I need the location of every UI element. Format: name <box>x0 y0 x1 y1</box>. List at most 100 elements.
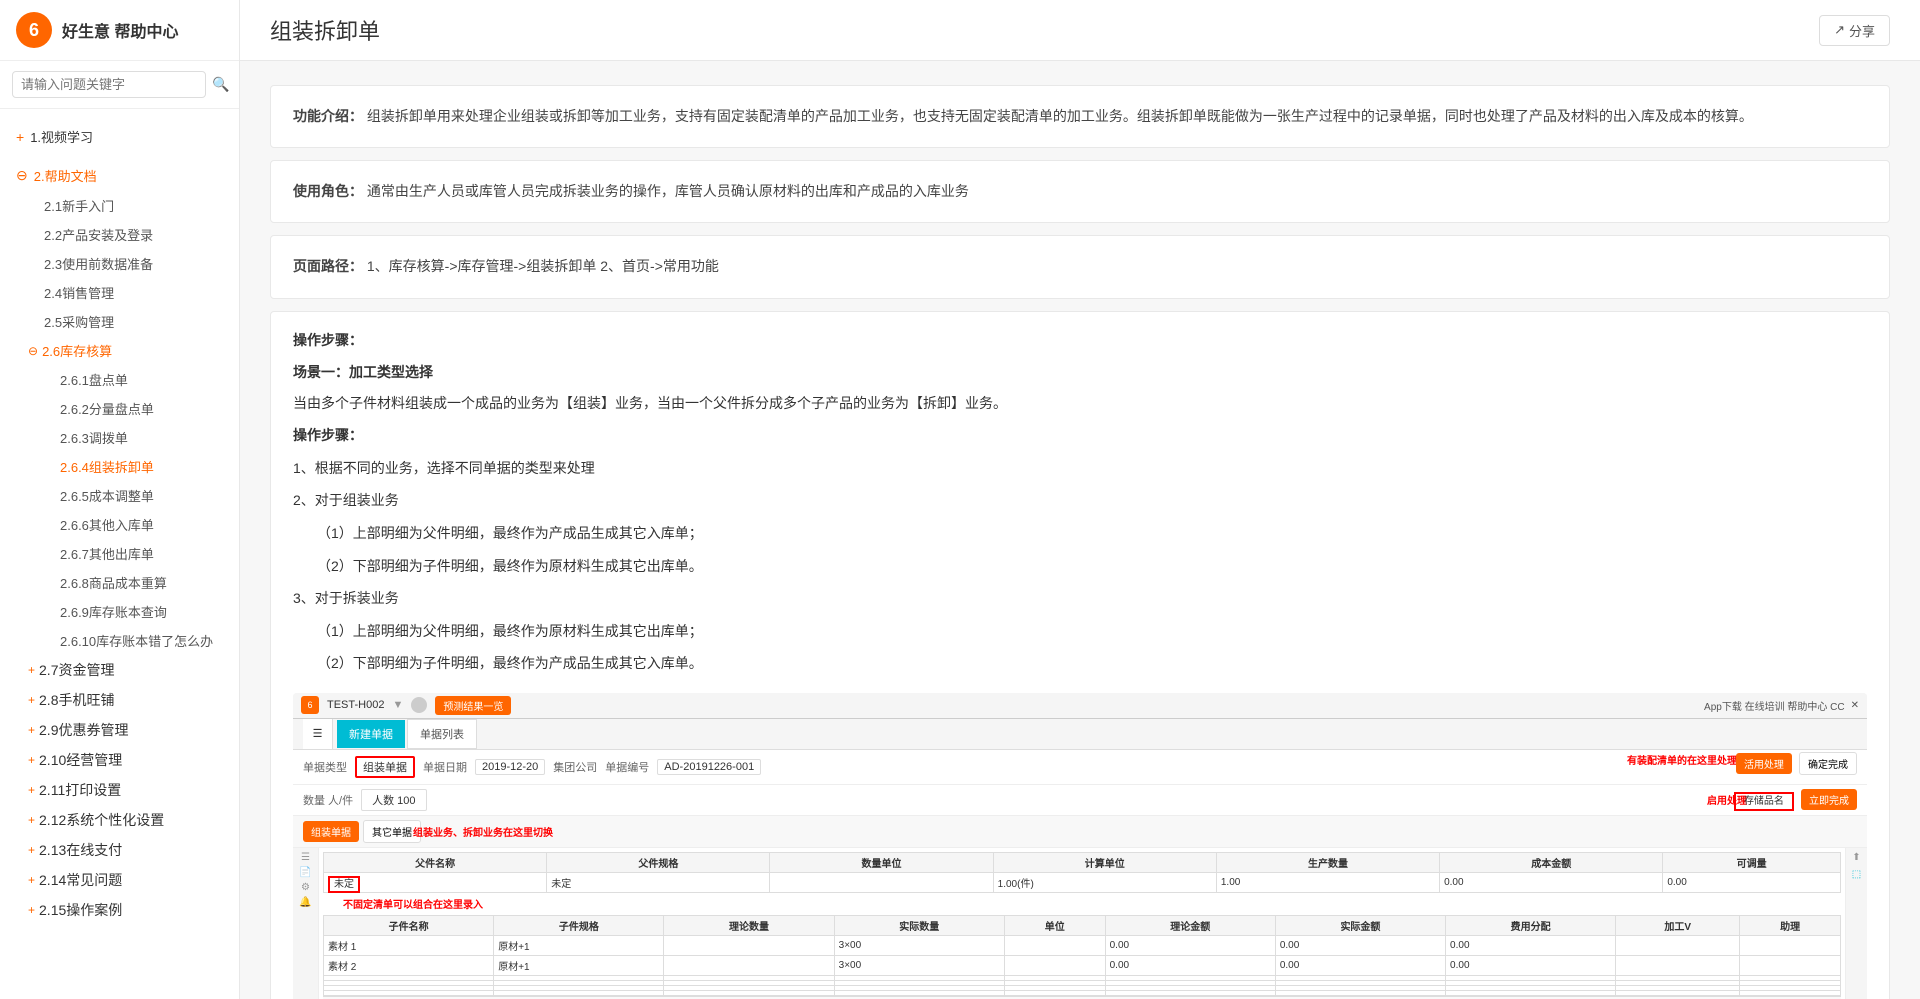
ss-top-cell-0-0: 未定 <box>324 872 547 892</box>
search-box[interactable]: 🔍 <box>0 61 239 109</box>
ss-apply-btn[interactable]: 立即完成 <box>1801 789 1857 810</box>
ss-left-icons: ☰ 📄 ⚙ 🔔 <box>293 848 319 999</box>
sidebar-item-purchase[interactable]: 2.5采购管理 <box>28 307 239 336</box>
sidebar-item-stock-6[interactable]: 2.6.6其他入库单 <box>44 510 239 539</box>
ss-bot-cell-1-0: 素材 2 <box>324 955 494 975</box>
ss-top-th-0: 父件名称 <box>324 852 547 872</box>
sidebar-item-ops[interactable]: + 2.10经营管理 <box>28 745 239 775</box>
nav-section-docs: ⊖ 2.帮助文档 2.1新手入门 2.2产品安装及登录 2.3使用前数据准备 2… <box>0 156 239 929</box>
step2: 2、对于组装业务 <box>293 487 1867 514</box>
step2-2: （2）下部明细为子件明细，最终作为原材料生成其它出库单。 <box>293 553 1867 580</box>
role-label: 使用角色： <box>293 183 363 199</box>
ss-enable-input: 存储品名 <box>1734 792 1794 811</box>
sidebar-item-print[interactable]: + 2.11打印设置 <box>28 775 239 805</box>
sidebar-item-stock-10[interactable]: 2.6.10库存账本错了怎么办 <box>44 626 239 655</box>
ss-bot-cell-0-3: 3×00 <box>834 935 1004 955</box>
sidebar-item-docs[interactable]: ⊖ 2.帮助文档 <box>0 160 239 191</box>
sidebar-item-faq[interactable]: + 2.14常见问题 <box>28 865 239 895</box>
ss-sidebar-toggle: ☰ <box>303 719 333 749</box>
ss-bot-cell-5-9 <box>1740 990 1841 995</box>
share-button[interactable]: ↗ 分享 <box>1819 15 1890 46</box>
search-input[interactable] <box>12 71 206 98</box>
ss-nav-tabs: ☰ 新建单据 单据列表 <box>293 719 1867 750</box>
ss-bot-cell-0-1: 原材+1 <box>494 935 664 955</box>
ss-bottom-table: 子件名称 子件规格 理论数量 实际数量 单位 理论金额 实际金额 费用分配 加工 <box>323 915 1841 996</box>
ss-company-id: TEST-H002 <box>327 699 384 711</box>
ss-process-btn[interactable]: 活用处理 <box>1736 753 1792 774</box>
ss-tab-new[interactable]: 新建单据 <box>337 720 405 748</box>
sidebar-item-sales[interactable]: 2.4销售管理 <box>28 278 239 307</box>
sidebar-item-stock[interactable]: ⊖ 2.6库存核算 <box>28 336 239 365</box>
plus-icon-print: + <box>28 783 35 797</box>
ss-order-value: AD-20191226-001 <box>657 759 761 775</box>
sidebar-item-coupon[interactable]: + 2.9优惠券管理 <box>28 715 239 745</box>
ss-bottom-row-0: 素材 1原材+13×000.000.000.00 <box>324 935 1841 955</box>
sidebar-item-stock-3[interactable]: 2.6.3调拨单 <box>44 423 239 452</box>
ss-tables-area: 父件名称 父件规格 数量单位 计算单位 生产数量 成本金额 可调量 <box>319 848 1845 999</box>
ss-bot-cell-5-5 <box>1105 990 1275 995</box>
sidebar-item-stock-7[interactable]: 2.6.7其他出库单 <box>44 539 239 568</box>
screenshot-container: 6 TEST-H002 ▼ 预测结果一览 App下载 在线培训 帮助中心 CC … <box>293 693 1867 999</box>
steps-title: 操作步骤： <box>293 330 1867 350</box>
minus-icon-stock: ⊖ <box>28 344 38 358</box>
ss-right-icons: ⬆ ⬚ <box>1845 848 1867 999</box>
ss-top-th-1: 父件规格 <box>547 852 770 872</box>
ss-type-label: 单据类型 <box>303 759 347 775</box>
ss-top-cell-name: 未定 <box>328 876 360 893</box>
expand-icon-video: + <box>16 129 24 145</box>
sidebar-item-stock-9[interactable]: 2.6.9库存账本查询 <box>44 597 239 626</box>
ss-confirm-btn[interactable]: 确定完成 <box>1799 752 1857 775</box>
ss-top-th-2: 数量单位 <box>770 852 993 872</box>
ss-tab-list[interactable]: 单据列表 <box>407 719 477 749</box>
ss-date-label: 单据日期 <box>423 759 467 775</box>
sidebar-item-data[interactable]: 2.3使用前数据准备 <box>28 249 239 278</box>
sidebar-item-cases[interactable]: + 2.15操作案例 <box>28 895 239 925</box>
ss-bot-cell-0-2 <box>664 935 834 955</box>
plus-icon-faq: + <box>28 873 35 887</box>
ss-preview-btn[interactable]: 预测结果一览 <box>435 696 511 715</box>
ss-bot-cell-5-4 <box>1004 990 1105 995</box>
role-text: 通常由生产人员或库管人员完成拆装业务的操作，库管人员确认原材料的出库和产成品的入… <box>367 183 969 199</box>
ss-refresh-icon <box>411 697 427 713</box>
sidebar-item-finance[interactable]: + 2.7资金管理 <box>28 655 239 685</box>
ss-qty-value: 人数 100 <box>361 789 426 811</box>
sidebar-item-stock-5[interactable]: 2.6.5成本调整单 <box>44 481 239 510</box>
path-label: 页面路径： <box>293 258 363 274</box>
step3-2: （2）下部明细为子件明细，最终作为产成品生成其它入库单。 <box>293 650 1867 677</box>
intro-label: 功能介绍： <box>293 108 363 124</box>
ss-close-icon: ✕ <box>1851 700 1859 711</box>
ss-bot-cell-0-5: 0.00 <box>1105 935 1275 955</box>
ss-bot-cell-0-8 <box>1616 935 1740 955</box>
sidebar-item-install[interactable]: 2.2产品安装及登录 <box>28 220 239 249</box>
plus-icon-payment: + <box>28 843 35 857</box>
search-icon[interactable]: 🔍 <box>212 76 229 93</box>
ss-top-th-5: 成本金额 <box>1440 852 1663 872</box>
sidebar-item-payment[interactable]: + 2.13在线支付 <box>28 835 239 865</box>
ss-top-table: 父件名称 父件规格 数量单位 计算单位 生产数量 成本金额 可调量 <box>323 852 1841 893</box>
ss-bot-cell-0-6: 0.00 <box>1275 935 1445 955</box>
ss-bot-cell-0-9 <box>1740 935 1841 955</box>
sidebar-item-stock-2[interactable]: 2.6.2分量盘点单 <box>44 394 239 423</box>
ss-bot-cell-5-7 <box>1446 990 1616 995</box>
sidebar-item-newbie[interactable]: 2.1新手入门 <box>28 191 239 220</box>
ss-icon-2: 📄 <box>299 867 311 878</box>
ss-date-value: 2019-12-20 <box>475 759 545 775</box>
ss-subtab-assemble[interactable]: 组装单据 <box>303 821 359 842</box>
sidebar-item-stock-4[interactable]: 2.6.4组装拆卸单 <box>44 452 239 481</box>
ss-bot-th-6: 实际金额 <box>1275 915 1445 935</box>
ss-qty-label: 数量 人/件 <box>303 792 353 808</box>
sidebar-item-stock-8[interactable]: 2.6.8商品成本重算 <box>44 568 239 597</box>
scenario1-desc: 当由多个子件材料组装成一个成品的业务为【组装】业务，当由一个父件拆分成多个子产品… <box>293 390 1867 417</box>
sidebar-item-stock-1[interactable]: 2.6.1盘点单 <box>44 365 239 394</box>
ss-bot-cell-1-3: 3×00 <box>834 955 1004 975</box>
ss-enable-btn-wrap: 存储品名 立即完成 <box>1734 789 1857 810</box>
sidebar-item-mobile[interactable]: + 2.8手机旺铺 <box>28 685 239 715</box>
plus-icon-coupon: + <box>28 723 35 737</box>
ss-subtab-row: 组装单据 其它单据 组装业务、拆卸业务在这里切换 <box>293 816 1867 848</box>
ss-bot-cell-1-1: 原材+1 <box>494 955 664 975</box>
sidebar-item-video[interactable]: + 1.视频学习 <box>0 121 239 152</box>
path-text: 1、库存核算->库存管理->组装拆卸单 2、首页->常用功能 <box>367 258 719 274</box>
ss-bot-cell-1-4 <box>1004 955 1105 975</box>
annotation-a2: 组装业务、拆卸业务在这里切换 <box>413 824 553 839</box>
sidebar-item-system[interactable]: + 2.12系统个性化设置 <box>28 805 239 835</box>
